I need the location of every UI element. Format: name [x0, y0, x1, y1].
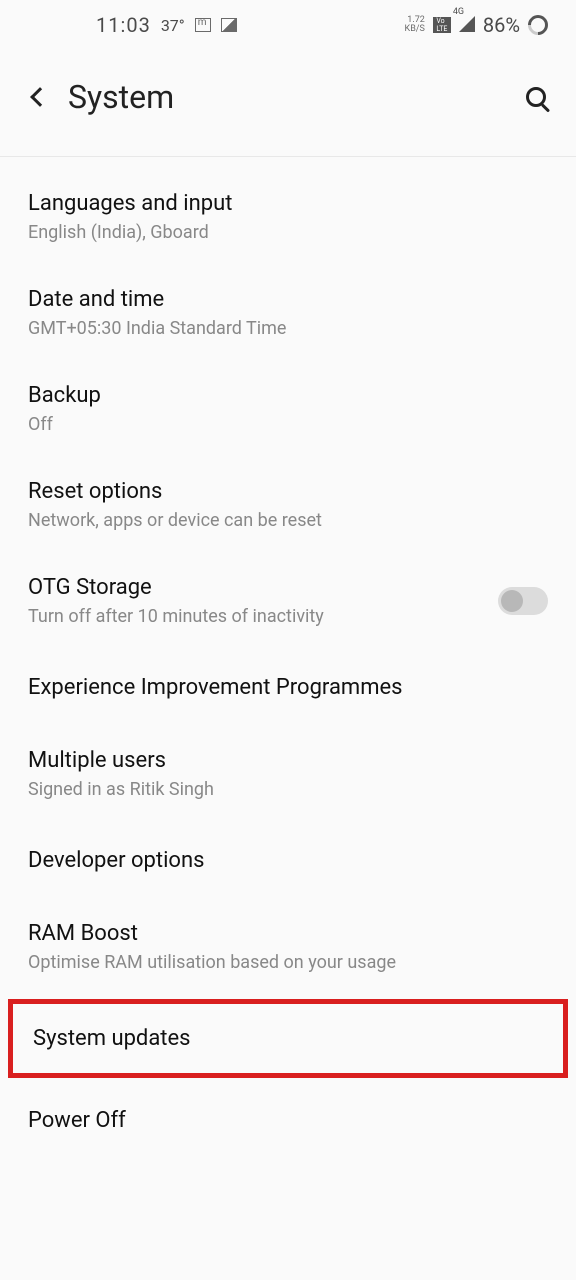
- item-subtitle: Optimise RAM utilisation based on your u…: [28, 952, 548, 973]
- item-subtitle: Off: [28, 414, 548, 435]
- item-title: RAM Boost: [28, 921, 548, 946]
- item-subtitle: Signed in as Ritik Singh: [28, 779, 548, 800]
- item-subtitle: GMT+05:30 India Standard Time: [28, 318, 548, 339]
- settings-list: Languages and input English (India), Gbo…: [0, 157, 576, 1171]
- battery-ring-icon: [524, 11, 552, 39]
- gallery-icon: [221, 18, 237, 32]
- status-time: 11:03: [96, 13, 151, 37]
- item-title: Multiple users: [28, 748, 548, 773]
- chevron-left-icon: [30, 87, 50, 107]
- power-off-item[interactable]: Power Off: [0, 1082, 576, 1159]
- item-subtitle: Turn off after 10 minutes of inactivity: [28, 606, 498, 627]
- page-title: System: [68, 78, 174, 116]
- reset-options-item[interactable]: Reset options Network, apps or device ca…: [0, 457, 576, 553]
- ram-boost-item[interactable]: RAM Boost Optimise RAM utilisation based…: [0, 899, 576, 995]
- date-and-time-item[interactable]: Date and time GMT+05:30 India Standard T…: [0, 265, 576, 361]
- otg-storage-toggle[interactable]: [498, 587, 548, 615]
- item-title: Developer options: [28, 844, 548, 877]
- multiple-users-item[interactable]: Multiple users Signed in as Ritik Singh: [0, 726, 576, 822]
- toggle-knob-icon: [501, 590, 523, 612]
- item-subtitle: English (India), Gboard: [28, 222, 548, 243]
- header: System: [0, 50, 576, 157]
- network-speed: 1.72 KB/S: [405, 16, 425, 34]
- developer-options-item[interactable]: Developer options: [0, 822, 576, 899]
- status-temperature: 37°: [161, 16, 185, 35]
- volte-icon: VoLTE: [433, 17, 451, 33]
- item-title: OTG Storage: [28, 575, 498, 600]
- status-bar: 11:03 37° 1.72 KB/S VoLTE 4G 86%: [0, 0, 576, 50]
- backup-item[interactable]: Backup Off: [0, 361, 576, 457]
- memo-icon: [195, 18, 211, 32]
- system-updates-item[interactable]: System updates: [8, 999, 568, 1078]
- item-title: Languages and input: [28, 191, 548, 216]
- item-title: Reset options: [28, 479, 548, 504]
- back-button[interactable]: [24, 81, 56, 113]
- search-button[interactable]: [520, 81, 552, 113]
- item-title: Date and time: [28, 287, 548, 312]
- otg-storage-item[interactable]: OTG Storage Turn off after 10 minutes of…: [0, 553, 576, 649]
- item-title: System updates: [33, 1022, 543, 1055]
- item-title: Backup: [28, 383, 548, 408]
- item-title: Power Off: [28, 1104, 548, 1137]
- languages-and-input-item[interactable]: Languages and input English (India), Gbo…: [0, 169, 576, 265]
- battery-percentage: 86%: [483, 13, 520, 37]
- signal-icon: 4G: [459, 16, 475, 35]
- search-icon: [526, 87, 546, 107]
- experience-improvement-item[interactable]: Experience Improvement Programmes: [0, 649, 576, 726]
- item-title: Experience Improvement Programmes: [28, 671, 548, 704]
- item-subtitle: Network, apps or device can be reset: [28, 510, 548, 531]
